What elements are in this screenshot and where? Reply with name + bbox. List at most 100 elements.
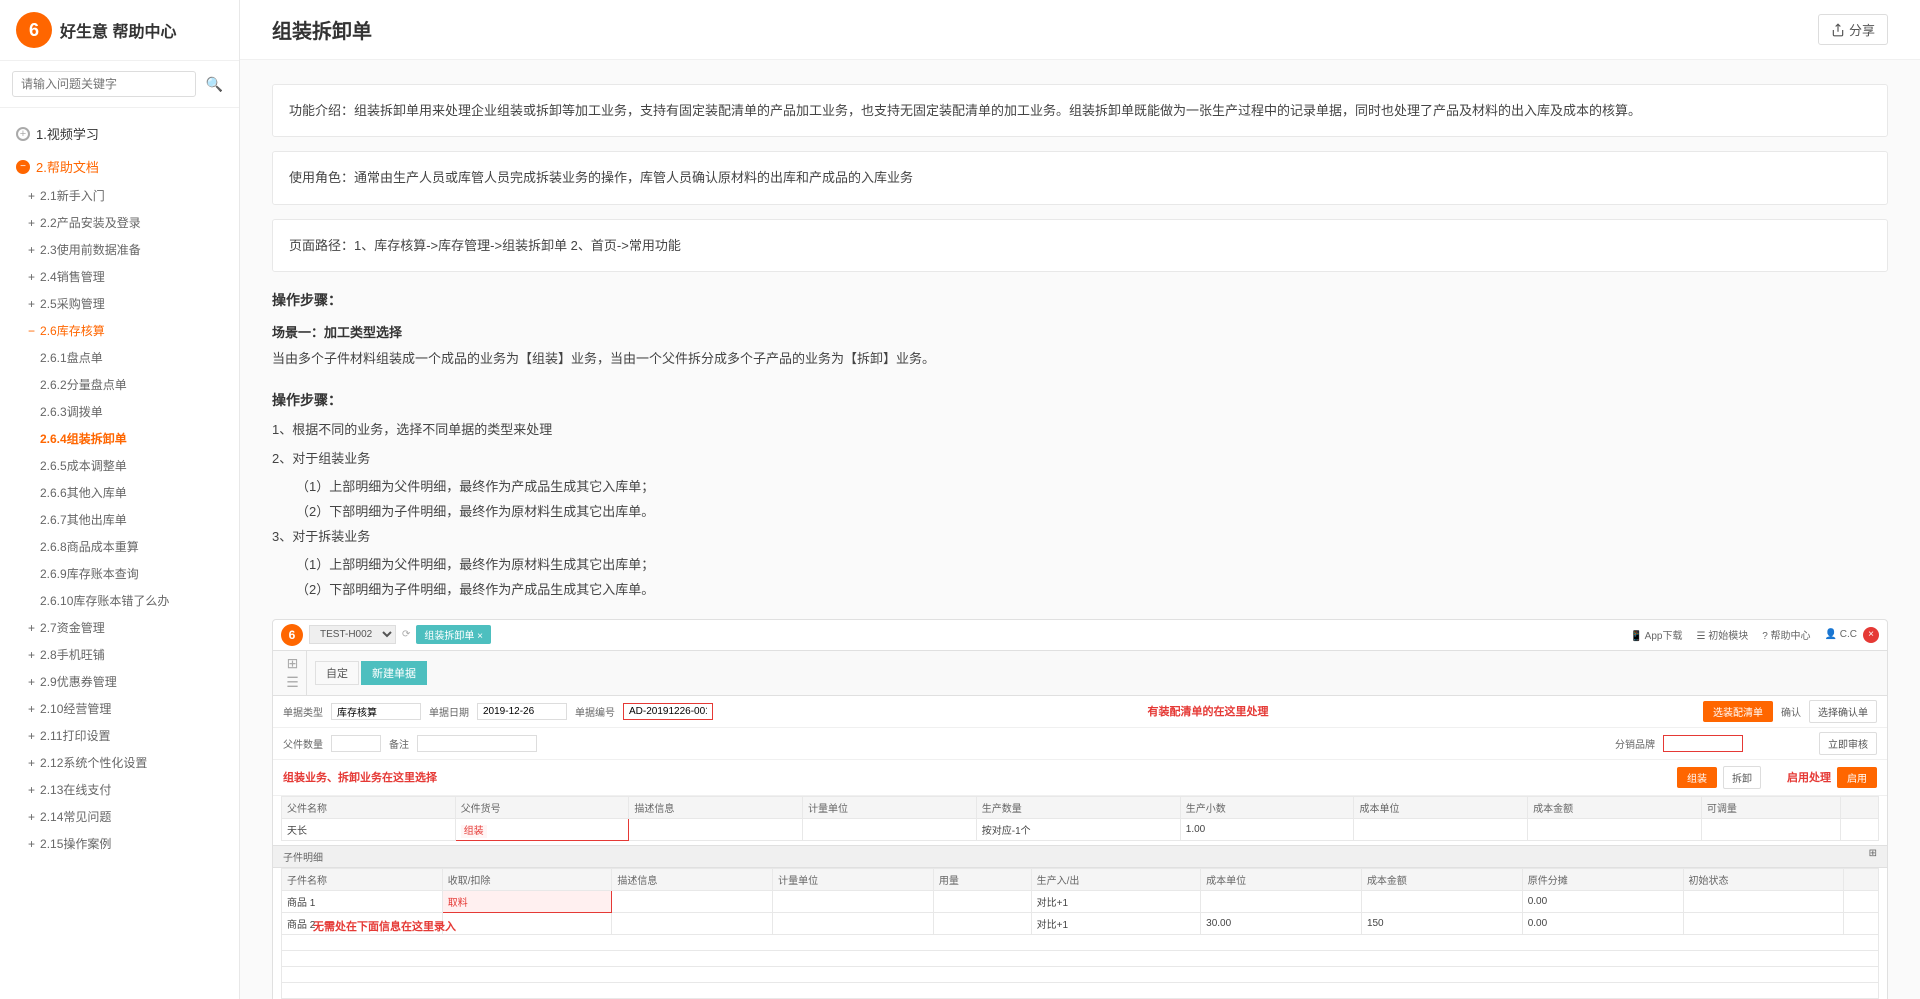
mock-td-prod-dec: 1.00 [1180, 818, 1354, 840]
mock-disassembly-btn[interactable]: 拆卸 [1723, 766, 1761, 789]
annotation1-text: 有装配清单的在这里处理 [721, 703, 1695, 719]
sidebar-item-video-learning[interactable]: + 1.视频学习 [0, 118, 239, 149]
mock-ctd2-cost-unit: 30.00 [1201, 912, 1362, 934]
logo-area: 6 好生意 帮助中心 [0, 0, 239, 61]
sidebar-item-ledger[interactable]: 2.6.9库存账本查询 [0, 560, 239, 587]
mock-list-icon: ☰ [281, 674, 304, 691]
mock-assembly-btn[interactable]: 组装 [1677, 767, 1717, 788]
mock-td-unit [803, 818, 977, 840]
mock-form-row1: 单据类型 单据日期 单据编号 有装配清单的在这里处理 选装配清单 确认 选择确认… [273, 696, 1887, 728]
sidebar-item-cost-adjust[interactable]: 2.6.5成本调整单 [0, 452, 239, 479]
sidebar-item-faq[interactable]: + 2.14常见问题 [0, 803, 239, 830]
mock-toolbar: 组装业务、拆卸业务在这里选择 组装 拆卸 启用处理 启用 [273, 760, 1887, 796]
sidebar-item-cases[interactable]: + 2.15操作案例 [0, 830, 239, 857]
sidebar-item-label: 2.帮助文档 [36, 157, 99, 176]
mock-th-cost-unit: 成本单位 [1354, 796, 1528, 818]
mock-count-input[interactable] [331, 735, 381, 752]
sidebar-item-custom[interactable]: + 2.12系统个性化设置 [0, 749, 239, 776]
mock-child-table-header: 子件名称 收取/扣除 描述信息 计量单位 用量 生产入/出 成本单位 成本金额 … [282, 868, 1879, 890]
sidebar-item-partial-stocktake[interactable]: 2.6.2分量盘点单 [0, 371, 239, 398]
mock-th-desc: 描述信息 [629, 796, 803, 818]
mock-cth-action [1844, 868, 1879, 890]
sidebar-item-finance[interactable]: + 2.7资金管理 [0, 614, 239, 641]
mock-init-module: ☰ 初始模块 [1696, 627, 1748, 642]
sidebar-item-mobile[interactable]: + 2.8手机旺铺 [0, 641, 239, 668]
mock-cth-prod-io: 生产入/出 [1031, 868, 1201, 890]
mock-ctd2-desc [612, 912, 773, 934]
mock-approve-btn[interactable]: 立即审核 [1819, 732, 1877, 755]
mock-brand-input[interactable] [1663, 735, 1743, 752]
mock-ctd2-init-state [1683, 912, 1844, 934]
mock-td-parent-no: 组装 [455, 818, 629, 840]
step2: 2、对于组装业务 [272, 447, 1888, 472]
mock-topbar: 6 TEST-H002 ⟳ 组装拆卸单 × 📱 App下载 ☰ 初始模块 ? 帮… [273, 620, 1887, 651]
sidebar-item-help-docs[interactable]: − 2.帮助文档 [0, 151, 239, 182]
sidebar-item-install[interactable]: + 2.2产品安装及登录 [0, 209, 239, 236]
expand-icon: + [28, 810, 35, 824]
mock-top-table-area: 父件名称 父件货号 描述信息 计量单位 生产数量 生产小数 成本单位 成本金额 … [273, 796, 1887, 845]
mock-confirm-label: 确认 [1781, 704, 1801, 719]
page-title: 组装拆卸单 [272, 15, 372, 44]
ops-title: 操作步骤： [272, 290, 1888, 310]
nav-children-docs: + 2.1新手入门 + 2.2产品安装及登录 + 2.3使用前数据准备 + 2.… [0, 182, 239, 857]
mock-cth-cost-amt: 成本金额 [1361, 868, 1522, 890]
mock-form-row2: 父件数量 备注 分销品牌 立即审核 [273, 728, 1887, 760]
sidebar-item-ops[interactable]: + 2.10经营管理 [0, 695, 239, 722]
mock-ctd-cost-amt [1361, 890, 1522, 912]
search-input[interactable] [12, 71, 196, 97]
mock-ctd-unit [773, 890, 934, 912]
mock-ctd-orig-alloc: 0.00 [1522, 890, 1683, 912]
sidebar-item-payment[interactable]: + 2.13在线支付 [0, 776, 239, 803]
mock-ctd2-cost-amt: 150 [1361, 912, 1522, 934]
sidebar-item-print[interactable]: + 2.11打印设置 [0, 722, 239, 749]
mock-td-prod-qty: 按对应-1个 [976, 818, 1180, 840]
sidebar-item-other-out[interactable]: 2.6.7其他出库单 [0, 506, 239, 533]
mock-select-bom-btn[interactable]: 选装配清单 [1703, 701, 1773, 722]
mock-th-prod-dec: 生产小数 [1180, 796, 1354, 818]
mock-sidebar-icons: ⊞ ☰ [279, 651, 307, 695]
sidebar-item-other-in[interactable]: 2.6.6其他入库单 [0, 479, 239, 506]
sidebar-item-beginner[interactable]: + 2.1新手入门 [0, 182, 239, 209]
sidebar-item-cost-recalc[interactable]: 2.6.8商品成本重算 [0, 533, 239, 560]
expand-icon: + [28, 756, 35, 770]
mock-remark-input[interactable] [417, 735, 537, 752]
mock-confirm-btn[interactable]: 选择确认单 [1809, 700, 1877, 723]
sidebar-item-transfer[interactable]: 2.6.3调拨单 [0, 398, 239, 425]
search-area: 🔍 [0, 61, 239, 108]
mock-bottom-table-area: 无需处在下面信息在这里录入 子件名称 收取/扣除 描述信息 计量单位 用量 生产… [273, 868, 1887, 999]
intro-text: 功能介绍：组装拆卸单用来处理企业组装或拆卸等加工业务，支持有固定装配清单的产品加… [289, 103, 1641, 118]
mock-enable-btn[interactable]: 启用 [1837, 767, 1877, 788]
main-area: 组装拆卸单 分享 功能介绍：组装拆卸单用来处理企业组装或拆卸等加工业务，支持有固… [240, 0, 1920, 999]
mock-table-header-row: 父件名称 父件货号 描述信息 计量单位 生产数量 生产小数 成本单位 成本金额 … [282, 796, 1879, 818]
mock-tab-new-doc[interactable]: 新建单据 [361, 661, 427, 685]
sidebar-item-inventory[interactable]: − 2.6库存核算 [0, 317, 239, 344]
mock-tab-custom[interactable]: 自定 [315, 661, 359, 685]
collapse-icon: − [28, 324, 35, 338]
mock-th-adj-qty: 可调量 [1701, 796, 1841, 818]
mock-count-label: 父件数量 [283, 736, 323, 751]
sidebar-item-data-prep[interactable]: + 2.3使用前数据准备 [0, 236, 239, 263]
expand-icon: + [28, 675, 35, 689]
sidebar-item-purchase[interactable]: + 2.5采购管理 [0, 290, 239, 317]
expand-icon: + [28, 729, 35, 743]
sidebar-item-sales[interactable]: + 2.4销售管理 [0, 263, 239, 290]
mock-home-icon: ⊞ [281, 655, 304, 672]
mock-td-row-action [1841, 818, 1879, 840]
search-button[interactable]: 🔍 [202, 76, 227, 93]
mock-close-button[interactable]: × [1863, 627, 1879, 643]
sidebar-item-ledger-error[interactable]: 2.6.10库存账本错了么办 [0, 587, 239, 614]
path-block: 页面路径：1、库存核算->库存管理->组装拆卸单 2、首页->常用功能 [272, 219, 1888, 272]
sidebar-item-stocktake[interactable]: 2.6.1盘点单 [0, 344, 239, 371]
expand-icon: + [28, 783, 35, 797]
main-header: 组装拆卸单 分享 [240, 0, 1920, 60]
mock-ctd2-action [1844, 912, 1879, 934]
annotation3-text: 启用处理 [1787, 769, 1831, 785]
mock-docno-input[interactable] [623, 703, 713, 720]
sidebar-item-coupon[interactable]: + 2.9优惠券管理 [0, 668, 239, 695]
mock-date-input[interactable] [477, 703, 567, 720]
mock-db-select[interactable]: TEST-H002 [309, 625, 396, 644]
mock-cth-init-state: 初始状态 [1683, 868, 1844, 890]
share-button[interactable]: 分享 [1818, 14, 1888, 45]
sidebar-item-assembly[interactable]: 2.6.4组装拆卸单 [0, 425, 239, 452]
mock-doc-type-input[interactable] [331, 703, 421, 720]
